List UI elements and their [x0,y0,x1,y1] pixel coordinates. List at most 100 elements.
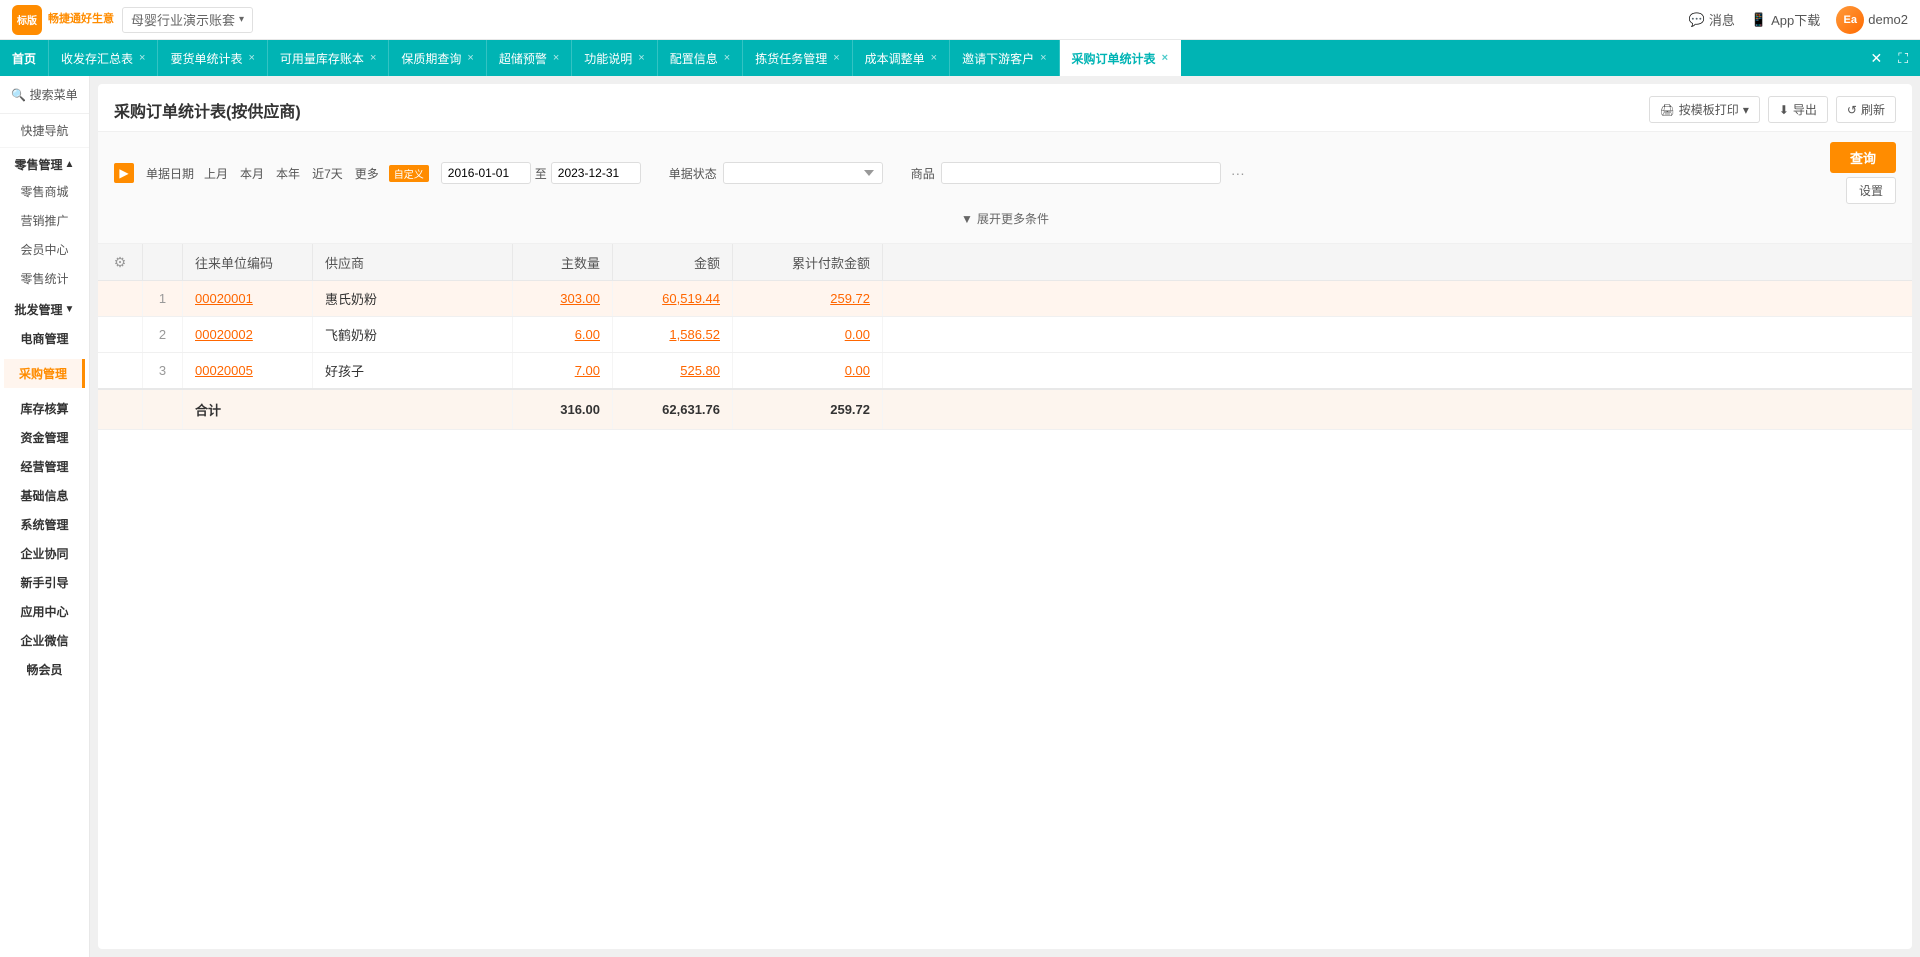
sidebar-item-retail-store[interactable]: 零售商城 [0,177,89,206]
sidebar-section-enterprise-title[interactable]: 企业协同 [4,545,85,562]
close-icon[interactable]: × [833,52,839,64]
sidebar-section-finance: 资金管理 [0,421,89,450]
export-icon: ⬇ [1779,103,1789,117]
sidebar-section-system-title[interactable]: 系统管理 [4,516,85,533]
amount-link-1[interactable]: 60,519.44 [662,291,720,306]
tab-warranty-query[interactable]: 保质期查询 × [389,40,486,76]
amount-link-3[interactable]: 525.80 [680,363,720,378]
paid-link-3[interactable]: 0.00 [845,363,870,378]
status-select[interactable] [723,162,883,184]
tab-picking-task[interactable]: 拣货任务管理 × [743,40,852,76]
settings-button[interactable]: 设置 [1846,177,1896,204]
sidebar-section-vip-title[interactable]: 畅会员 [4,661,85,678]
goods-more-icon[interactable]: ··· [1231,165,1245,181]
paid-link-1[interactable]: 259.72 [830,291,870,306]
amount-link-2[interactable]: 1,586.52 [669,327,720,342]
sidebar-section-inventory-title[interactable]: 库存核算 [4,400,85,417]
date-shortcut-7days[interactable]: 近7天 [308,163,347,184]
close-icon[interactable]: × [467,52,473,64]
query-button[interactable]: 查询 [1830,142,1896,173]
sidebar-item-marketing[interactable]: 营销推广 [0,206,89,235]
sidebar-section-guide-title[interactable]: 新手引导 [4,574,85,591]
table-row: 1 00020001 惠氏奶粉 303.00 60,519.44 [98,281,1912,317]
sidebar-search[interactable]: 🔍 搜索菜单 [0,76,89,114]
sidebar-section-wholesale-title[interactable]: 批发管理 ▼ [4,301,85,318]
custom-date-badge[interactable]: 自定义 [389,165,429,182]
qty-link-1[interactable]: 303.00 [560,291,600,306]
close-icon[interactable]: × [1162,52,1168,64]
table-row: 2 00020002 飞鹤奶粉 6.00 1,586.52 [98,317,1912,353]
nav-expand-button[interactable]: ⛶ [1894,48,1912,69]
refresh-button[interactable]: ↺ 刷新 [1836,96,1896,123]
date-from-input[interactable] [441,162,531,184]
sidebar-section-purchase-title[interactable]: 采购管理 [4,359,85,388]
refresh-icon: ↺ [1847,103,1857,117]
search-icon: 🔍 [11,88,26,102]
tab-order-summary[interactable]: 要货单统计表 × [158,40,267,76]
goods-input[interactable] [941,162,1221,184]
sidebar-section-basic-title[interactable]: 基础信息 [4,487,85,504]
code-link-3[interactable]: 00020005 [195,363,253,378]
sidebar-section-wechat-title[interactable]: 企业微信 [4,632,85,649]
tab-receive-summary[interactable]: 收发存汇总表 × [49,40,158,76]
close-icon[interactable]: × [724,52,730,64]
tab-home[interactable]: 首页 [0,40,49,76]
table-area: ⚙ 往来单位编码 供应商 主数量 [98,244,1912,949]
close-icon[interactable]: × [248,52,254,64]
code-link-1[interactable]: 00020001 [195,291,253,306]
tab-invite-downstream[interactable]: 邀请下游客户 × [950,40,1059,76]
tab-overstock-warning[interactable]: 超储预警 × [487,40,572,76]
sidebar-item-member[interactable]: 会员中心 [0,235,89,264]
collapse-filter-button[interactable]: ▶ [114,163,134,183]
paid-link-2[interactable]: 0.00 [845,327,870,342]
filter-area: ▶ 单据日期 上月 本月 本年 近7天 更多 自定义 [98,132,1912,244]
print-button[interactable]: 🖨 按模板打印 ▾ [1649,96,1760,123]
date-shortcut-last-month[interactable]: 上月 [200,163,232,184]
app-download-button[interactable]: 📱 App下载 [1751,10,1820,29]
close-icon[interactable]: × [638,52,644,64]
td-paid-3: 0.00 [733,353,883,390]
th-paid: 累计付款金额 [733,244,883,281]
date-to-input[interactable] [551,162,641,184]
close-icon[interactable]: × [139,52,145,64]
message-label: 消息 [1709,10,1735,29]
close-icon[interactable]: × [553,52,559,64]
sidebar-section-retail-title[interactable]: 零售管理 ▲ [4,156,85,173]
td-checkbox-3 [98,353,143,390]
tab-cost-adjust[interactable]: 成本调整单 × [853,40,950,76]
tab-available-stock[interactable]: 可用量库存账本 × [268,40,389,76]
message-button[interactable]: 💬 消息 [1689,10,1735,29]
sidebar-section-finance-title[interactable]: 资金管理 [4,429,85,446]
close-icon[interactable]: × [1040,52,1046,64]
tf-extra [883,389,1913,430]
app-download-label: App下载 [1771,10,1820,29]
sidebar-section-ecommerce-title[interactable]: 电商管理 [4,330,85,347]
workspace-selector[interactable]: 母婴行业演示账套 ▾ [122,7,253,33]
sidebar-item-quick-nav[interactable]: 快捷导航 [0,114,89,148]
filter-row-main: ▶ 单据日期 上月 本月 本年 近7天 更多 自定义 [114,142,1896,204]
qty-link-2[interactable]: 6.00 [575,327,600,342]
sidebar-item-retail-stats[interactable]: 零售统计 [0,264,89,293]
expand-more-button[interactable]: ▼ 展开更多条件 [961,210,1049,227]
export-button[interactable]: ⬇ 导出 [1768,96,1828,123]
close-icon[interactable]: × [931,52,937,64]
tab-function-desc[interactable]: 功能说明 × [572,40,657,76]
filter-expand-row: ▼ 展开更多条件 [114,204,1896,233]
date-shortcut-more[interactable]: 更多 [351,163,383,184]
content-area: 采购订单统计表(按供应商) 🖨 按模板打印 ▾ ⬇ 导出 ↺ 刷新 [90,76,1920,957]
sidebar-section-retail: 零售管理 ▲ [0,148,89,177]
tab-purchase-summary[interactable]: 采购订单统计表 × [1060,40,1181,76]
code-link-2[interactable]: 00020002 [195,327,253,342]
qty-link-3[interactable]: 7.00 [575,363,600,378]
nav-close-button[interactable]: ✕ [1866,48,1886,69]
user-profile[interactable]: Ea demo2 [1836,6,1908,34]
gear-icon[interactable]: ⚙ [110,252,130,272]
close-icon[interactable]: × [370,52,376,64]
date-shortcut-this-month[interactable]: 本月 [236,163,268,184]
sidebar-section-operation-title[interactable]: 经营管理 [4,458,85,475]
sidebar-section-app-center-title[interactable]: 应用中心 [4,603,85,620]
td-code-2: 00020002 [183,317,313,353]
date-shortcut-this-year[interactable]: 本年 [272,163,304,184]
tab-config-info[interactable]: 配置信息 × [658,40,743,76]
sidebar-section-basic: 基础信息 [0,479,89,508]
